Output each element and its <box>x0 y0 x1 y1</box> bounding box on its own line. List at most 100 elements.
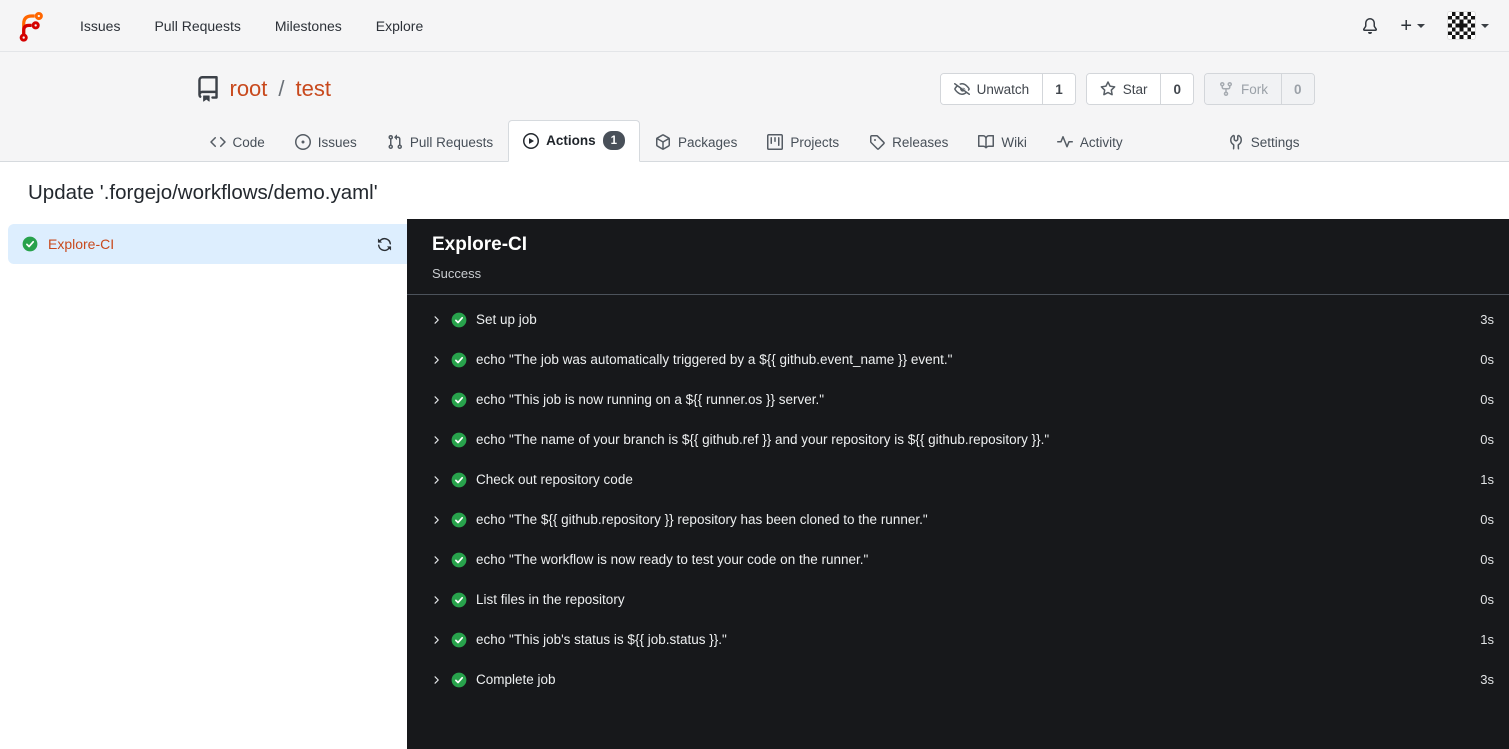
user-menu-button[interactable] <box>1447 11 1489 40</box>
repo-owner-link[interactable]: root <box>230 76 268 102</box>
plus-icon: + <box>1400 14 1412 37</box>
sidebar-job-explore-ci[interactable]: Explore-CI <box>8 224 407 265</box>
tab-actions-label: Actions <box>546 133 596 149</box>
success-check-icon <box>451 591 467 608</box>
book-icon <box>978 135 995 149</box>
tab-pull-requests[interactable]: Pull Requests <box>372 123 508 162</box>
project-board-icon <box>767 134 784 151</box>
step-row[interactable]: echo "This job's status is ${{ job.statu… <box>407 620 1509 660</box>
step-name: echo "This job's status is ${{ job.statu… <box>476 632 727 648</box>
step-row[interactable]: echo "The job was automatically triggere… <box>407 340 1509 380</box>
step-row[interactable]: echo "The ${{ github.repository }} repos… <box>407 500 1509 540</box>
success-check-icon <box>451 311 467 328</box>
star-icon <box>1100 81 1116 96</box>
tab-issues[interactable]: Issues <box>280 123 372 162</box>
step-name: echo "The workflow is now ready to test … <box>476 552 869 568</box>
step-row[interactable]: Set up job 3s <box>407 300 1509 340</box>
forks-count[interactable]: 0 <box>1280 74 1314 104</box>
step-duration: 1s <box>1480 472 1494 488</box>
step-row[interactable]: echo "The name of your branch is ${{ git… <box>407 420 1509 460</box>
repo-header: root / test Unwatch 1 Star 0 Fork 0 Code… <box>0 52 1509 163</box>
repo-breadcrumb: root / test <box>195 76 331 102</box>
job-name-link: Explore-CI <box>48 236 115 253</box>
avatar <box>1447 11 1476 40</box>
repo-tabs: Code Issues Pull Requests Actions 1 Pack… <box>195 120 1315 163</box>
tab-releases[interactable]: Releases <box>854 123 963 162</box>
rerun-job-icon[interactable] <box>377 237 392 252</box>
tab-projects[interactable]: Projects <box>752 123 854 162</box>
tab-settings[interactable]: Settings <box>1213 123 1315 162</box>
job-title: Explore-CI <box>432 234 528 256</box>
step-name: echo "The ${{ github.repository }} repos… <box>476 512 928 528</box>
step-name: List files in the repository <box>476 592 625 608</box>
nav-item-milestones[interactable]: Milestones <box>258 0 359 51</box>
success-check-icon <box>451 431 467 448</box>
forgejo-logo-icon[interactable] <box>16 9 49 42</box>
tab-packages[interactable]: Packages <box>640 123 752 162</box>
chevron-right-icon <box>434 315 439 324</box>
step-name: Set up job <box>476 312 537 328</box>
step-duration: 3s <box>1480 312 1494 328</box>
watchers-count[interactable]: 1 <box>1042 74 1075 104</box>
stars-count[interactable]: 0 <box>1160 74 1193 104</box>
success-check-icon <box>451 511 467 528</box>
notifications-bell-icon[interactable] <box>1362 17 1378 34</box>
success-check-icon <box>451 671 467 688</box>
step-row[interactable]: Complete job 3s <box>407 660 1509 700</box>
tab-settings-label: Settings <box>1250 134 1300 150</box>
tab-actions[interactable]: Actions 1 <box>508 120 641 163</box>
navbar-right: + <box>1362 11 1489 40</box>
success-check-icon <box>451 391 467 408</box>
chevron-right-icon <box>434 435 439 444</box>
success-check-icon <box>22 236 38 253</box>
tab-code-label: Code <box>232 134 265 150</box>
job-steps-list: Set up job 3s echo "The job was automati… <box>407 295 1509 700</box>
tab-activity-label: Activity <box>1079 134 1123 150</box>
actions-run-page: Update '.forgejo/workflows/demo.yaml' Ex… <box>0 162 1509 749</box>
repo-name-link[interactable]: test <box>296 76 331 102</box>
tab-releases-label: Releases <box>892 134 949 150</box>
nav-links: Issues Pull Requests Milestones Explore <box>63 0 440 51</box>
fork-button[interactable]: Fork <box>1204 74 1281 104</box>
chevron-right-icon <box>434 515 439 524</box>
chevron-right-icon <box>434 635 439 644</box>
success-check-icon <box>451 551 467 568</box>
chevron-right-icon <box>434 555 439 564</box>
chevron-down-icon <box>1481 23 1489 28</box>
step-duration: 0s <box>1480 352 1494 368</box>
unwatch-button[interactable]: Unwatch <box>940 74 1043 104</box>
tab-packages-label: Packages <box>678 134 738 150</box>
nav-item-pull-requests[interactable]: Pull Requests <box>137 0 257 51</box>
top-navbar: Issues Pull Requests Milestones Explore … <box>0 0 1509 52</box>
repo-separator: / <box>278 76 285 101</box>
step-name: Check out repository code <box>476 472 633 488</box>
chevron-right-icon <box>434 355 439 364</box>
tab-activity[interactable]: Activity <box>1042 123 1138 162</box>
watch-button-group: Unwatch 1 <box>939 73 1076 105</box>
step-row[interactable]: echo "This job is now running on a ${{ r… <box>407 380 1509 420</box>
step-row[interactable]: List files in the repository 0s <box>407 580 1509 620</box>
code-icon <box>209 137 226 148</box>
step-name: Complete job <box>476 672 556 688</box>
star-label: Star <box>1122 81 1148 97</box>
repo-icon <box>197 76 218 102</box>
chevron-right-icon <box>434 595 439 604</box>
chevron-down-icon <box>1417 23 1425 28</box>
step-row[interactable]: echo "The workflow is now ready to test … <box>407 540 1509 580</box>
fork-icon <box>1219 82 1232 97</box>
tag-icon <box>870 135 885 150</box>
jobs-sidebar: Explore-CI <box>0 219 407 749</box>
step-row[interactable]: Check out repository code 1s <box>407 460 1509 500</box>
fork-label: Fork <box>1240 81 1268 97</box>
star-button[interactable]: Star <box>1086 74 1161 104</box>
create-new-button[interactable]: + <box>1400 16 1425 36</box>
unwatch-label: Unwatch <box>976 81 1030 97</box>
nav-item-issues[interactable]: Issues <box>63 0 137 51</box>
step-name: echo "This job is now running on a ${{ r… <box>476 392 825 408</box>
play-circle-icon <box>523 132 540 149</box>
tab-wiki[interactable]: Wiki <box>963 123 1042 162</box>
tab-code[interactable]: Code <box>195 123 280 162</box>
success-check-icon <box>451 351 467 368</box>
star-button-group: Star 0 <box>1085 73 1194 105</box>
nav-item-explore[interactable]: Explore <box>359 0 440 51</box>
